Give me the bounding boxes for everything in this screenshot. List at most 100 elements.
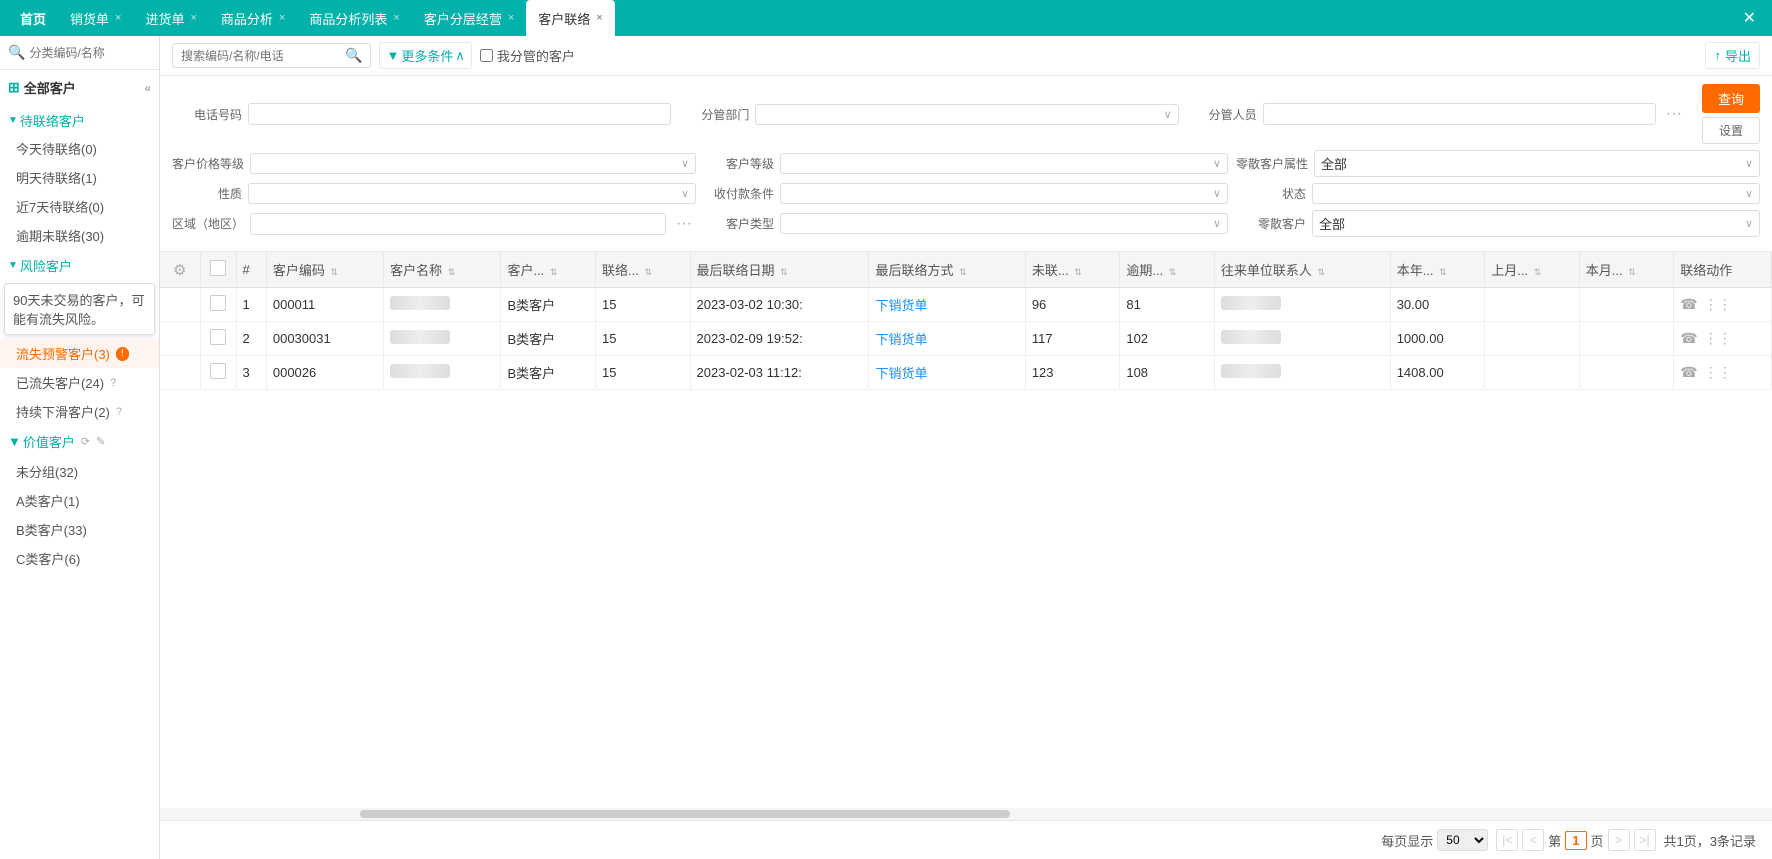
table-last-method-header[interactable]: 最后联络方式 ⇅ bbox=[869, 252, 1025, 288]
row-checkbox-cell[interactable] bbox=[200, 288, 236, 322]
sidebar-search-input[interactable] bbox=[29, 46, 160, 60]
table-name-header[interactable]: 客户名称 ⇅ bbox=[384, 252, 501, 288]
action-more-icon[interactable]: ⋮⋮ bbox=[1704, 330, 1732, 347]
customer-type-select[interactable]: ∨ bbox=[780, 213, 1228, 234]
tab-purchase[interactable]: 进货单 × bbox=[133, 0, 208, 36]
current-page-indicator: 1 bbox=[1565, 831, 1586, 850]
row-last-method-cell[interactable]: 下销货单 bbox=[869, 288, 1025, 322]
close-product-analysis-tab-icon[interactable]: × bbox=[279, 12, 285, 24]
window-close-button[interactable]: ✕ bbox=[1735, 8, 1764, 28]
tab-customer-segment[interactable]: 客户分层经营 × bbox=[412, 0, 526, 36]
close-purchase-tab-icon[interactable]: × bbox=[190, 12, 196, 24]
row-checkbox[interactable] bbox=[210, 329, 226, 345]
region-input[interactable] bbox=[250, 213, 666, 235]
gender-select[interactable]: ∨ bbox=[248, 183, 696, 204]
row-not-contacted-cell: 117 bbox=[1025, 322, 1120, 356]
sidebar-item-overdue-pending[interactable]: 逾期未联络(30) bbox=[0, 221, 159, 250]
last-method-link[interactable]: 下销货单 bbox=[875, 366, 927, 381]
table-this-month-header[interactable]: 本月... ⇅ bbox=[1579, 252, 1674, 288]
my-customers-checkbox[interactable] bbox=[480, 49, 493, 62]
table-last-month-header[interactable]: 上月... ⇅ bbox=[1485, 252, 1580, 288]
status-select[interactable]: ∨ bbox=[1312, 183, 1760, 204]
table-not-contacted-header[interactable]: 未联... ⇅ bbox=[1025, 252, 1120, 288]
table-code-header[interactable]: 客户编码 ⇅ bbox=[266, 252, 383, 288]
sidebar-pending-section[interactable]: ▼ 待联络客户 bbox=[0, 105, 159, 134]
row-code-cell: 000011 bbox=[266, 288, 383, 322]
tab-home[interactable]: 首页 bbox=[8, 0, 58, 36]
region-more-icon[interactable]: ··· bbox=[672, 215, 696, 233]
sidebar-item-class-c[interactable]: C类客户(6) bbox=[0, 544, 159, 573]
row-checkbox[interactable] bbox=[210, 363, 226, 379]
scrollbar-thumb[interactable] bbox=[360, 810, 1010, 818]
sidebar-item-churned[interactable]: 已流失客户(24) ? bbox=[0, 368, 159, 397]
table-checkbox-header[interactable] bbox=[200, 252, 236, 288]
action-contact-icon[interactable]: ☎ bbox=[1680, 296, 1697, 313]
row-checkbox[interactable] bbox=[210, 295, 226, 311]
row-last-method-cell[interactable]: 下销货单 bbox=[869, 322, 1025, 356]
table-type-header[interactable]: 客户... ⇅ bbox=[501, 252, 596, 288]
my-customers-checkbox-label[interactable]: 我分管的客户 bbox=[480, 46, 575, 65]
price-level-select[interactable]: ∨ bbox=[250, 153, 696, 174]
pagination-bar: 每页显示 50 20 100 |< < 第 1 页 > >| 共1页，3条记录 bbox=[160, 820, 1772, 859]
export-button[interactable]: ↑ 导出 bbox=[1705, 42, 1760, 69]
customer-level-select[interactable]: ∨ bbox=[780, 153, 1228, 174]
table-this-year-header[interactable]: 本年... ⇅ bbox=[1390, 252, 1485, 288]
last-method-link[interactable]: 下销货单 bbox=[875, 298, 927, 313]
action-contact-icon[interactable]: ☎ bbox=[1680, 330, 1697, 347]
manager-more-icon[interactable]: ··· bbox=[1662, 105, 1686, 123]
action-contact-icon[interactable]: ☎ bbox=[1680, 364, 1697, 381]
sidebar-item-tomorrow-pending[interactable]: 明天待联络(1) bbox=[0, 163, 159, 192]
manager-input[interactable] bbox=[1263, 103, 1656, 125]
zero-attr-select[interactable]: 全部 ∨ bbox=[1314, 150, 1760, 177]
last-method-link[interactable]: 下销货单 bbox=[875, 332, 927, 347]
next-page-button[interactable]: > bbox=[1608, 829, 1630, 851]
last-method-sort-icon: ⇅ bbox=[959, 267, 967, 277]
tab-product-list[interactable]: 商品分析列表 × bbox=[297, 0, 411, 36]
table-contact-header[interactable]: 联络... ⇅ bbox=[595, 252, 690, 288]
row-checkbox-cell[interactable] bbox=[200, 356, 236, 390]
table-settings-header[interactable]: ⚙ bbox=[160, 252, 200, 288]
sidebar-all-customers[interactable]: ⊞ 全部客户 « bbox=[0, 70, 159, 105]
query-button[interactable]: 查询 bbox=[1702, 84, 1760, 113]
last-page-button[interactable]: >| bbox=[1634, 829, 1656, 851]
action-more-icon[interactable]: ⋮⋮ bbox=[1704, 364, 1732, 381]
dept-select[interactable]: ∨ bbox=[755, 104, 1178, 125]
settings-button[interactable]: 设置 bbox=[1702, 117, 1760, 144]
type-sort-icon: ⇅ bbox=[550, 267, 558, 277]
filter-cell-dept: 分管部门 ∨ bbox=[679, 104, 1178, 125]
close-customer-contact-tab-icon[interactable]: × bbox=[596, 12, 602, 24]
payment-select[interactable]: ∨ bbox=[780, 183, 1228, 204]
horizontal-scrollbar[interactable] bbox=[160, 808, 1772, 820]
select-all-checkbox[interactable] bbox=[210, 260, 226, 276]
code-sort-icon: ⇅ bbox=[330, 267, 338, 277]
sidebar-item-ungrouped[interactable]: 未分组(32) bbox=[0, 457, 159, 486]
sidebar-item-today-pending[interactable]: 今天待联络(0) bbox=[0, 134, 159, 163]
prev-page-button[interactable]: < bbox=[1522, 829, 1544, 851]
tab-sales[interactable]: 销货单 × bbox=[58, 0, 133, 36]
sidebar-item-class-b[interactable]: B类客户(33) bbox=[0, 515, 159, 544]
table-unit-contact-header[interactable]: 往来单位联系人 ⇅ bbox=[1214, 252, 1390, 288]
table-last-date-header[interactable]: 最后联络日期 ⇅ bbox=[690, 252, 869, 288]
row-checkbox-cell[interactable] bbox=[200, 322, 236, 356]
search-input[interactable] bbox=[181, 49, 341, 63]
page-size-select[interactable]: 50 20 100 bbox=[1437, 829, 1488, 851]
close-product-list-tab-icon[interactable]: × bbox=[393, 12, 399, 24]
action-more-icon[interactable]: ⋮⋮ bbox=[1704, 296, 1732, 313]
table-overdue-header[interactable]: 逾期... ⇅ bbox=[1120, 252, 1215, 288]
phone-input[interactable] bbox=[248, 103, 671, 125]
sidebar-risk-section[interactable]: ▼ 风险客户 bbox=[0, 250, 159, 279]
first-page-button[interactable]: |< bbox=[1496, 829, 1518, 851]
close-sales-tab-icon[interactable]: × bbox=[115, 12, 121, 24]
close-customer-segment-tab-icon[interactable]: × bbox=[508, 12, 514, 24]
tab-product-analysis[interactable]: 商品分析 × bbox=[209, 0, 297, 36]
tab-customer-contact[interactable]: 客户联络 × bbox=[526, 0, 614, 36]
sidebar-item-declining[interactable]: 持续下滑客户(2) ? bbox=[0, 397, 159, 426]
zero-customer-select[interactable]: 全部 ∨ bbox=[1312, 210, 1760, 237]
sidebar-value-section[interactable]: ▼ 价值客户 ⟳ ✎ bbox=[0, 426, 159, 457]
more-conditions-button[interactable]: ▼ 更多条件 ∧ bbox=[379, 42, 471, 69]
search-button[interactable]: 🔍 bbox=[345, 47, 362, 64]
sidebar-item-churn-warning[interactable]: 流失预警客户(3) ! bbox=[0, 339, 159, 368]
row-last-method-cell[interactable]: 下销货单 bbox=[869, 356, 1025, 390]
sidebar-item-class-a[interactable]: A类客户(1) bbox=[0, 486, 159, 515]
sidebar-item-7days-pending[interactable]: 近7天待联络(0) bbox=[0, 192, 159, 221]
